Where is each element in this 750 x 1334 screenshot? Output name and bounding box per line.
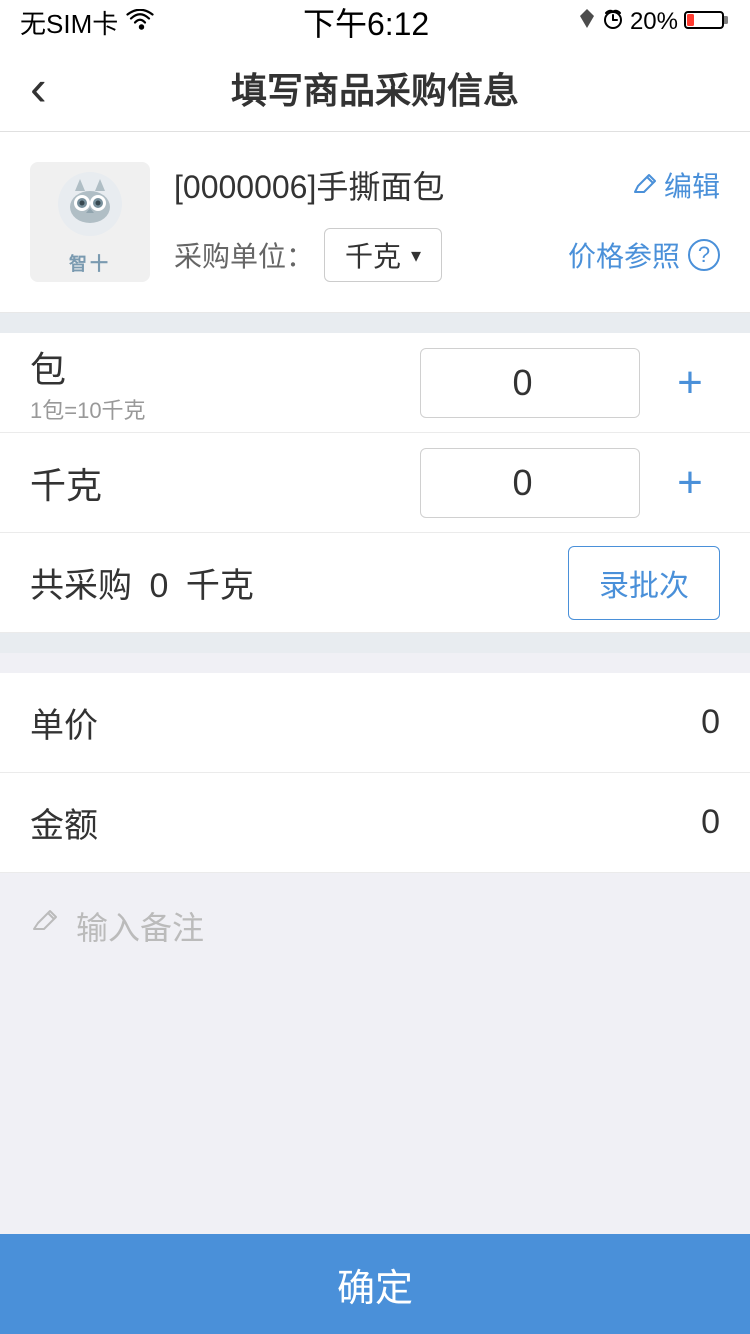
summary-row: 共采购 0 千克 录批次 [0, 533, 750, 633]
record-batch-button[interactable]: 录批次 [568, 546, 720, 620]
amount-value: 0 [701, 803, 720, 842]
summary-unit: 千克 [186, 567, 254, 605]
remark-placeholder: 输入备注 [76, 903, 204, 949]
summary-amount: 0 [149, 567, 168, 605]
pencil-icon [30, 907, 60, 945]
dropdown-arrow-icon: ▾ [411, 243, 421, 268]
battery-icon [684, 7, 730, 38]
kg-label-group: 千克 [30, 457, 190, 509]
bag-input-wrapper: + [190, 348, 720, 418]
section-divider-1 [0, 313, 750, 333]
status-right: 20% [578, 7, 730, 38]
kg-input-row: 千克 + [0, 433, 750, 533]
price-ref-help-icon: ? [688, 239, 720, 271]
price-ref-button[interactable]: 价格参照 ? [568, 235, 720, 275]
back-button[interactable]: ‹ [30, 59, 47, 117]
location-icon [578, 8, 596, 36]
status-left: 无SIM卡 [20, 4, 154, 41]
summary-text: 共采购 0 千克 [30, 558, 254, 607]
nav-bar: ‹ 填写商品采购信息 [0, 44, 750, 132]
amount-label: 金额 [30, 798, 98, 847]
bag-quantity-input[interactable] [420, 348, 640, 418]
sim-text: 无SIM卡 [20, 4, 118, 41]
remark-section[interactable]: 输入备注 [0, 873, 750, 979]
unit-selector[interactable]: 千克 ▾ [324, 228, 442, 282]
product-info: [0000006]手撕面包 编辑 采购单位： 千克 ▾ 价格参照 ? [174, 162, 720, 282]
product-name-row: [0000006]手撕面包 编辑 [174, 162, 720, 208]
kg-quantity-input[interactable] [420, 448, 640, 518]
status-bar: 无SIM卡 下午6:12 20% [0, 0, 750, 44]
unit-price-value: 0 [701, 703, 720, 742]
purchase-unit-label: 采购单位： [174, 235, 314, 275]
bag-unit-label: 1包=10千克 [30, 393, 190, 425]
wifi-icon [126, 7, 154, 38]
kg-input-wrapper: + [190, 448, 720, 518]
bag-plus-button[interactable]: + [660, 353, 720, 413]
amount-row: 金额 0 [0, 773, 750, 873]
edit-button[interactable]: 编辑 [632, 165, 720, 205]
page-title: 填写商品采购信息 [231, 62, 519, 114]
product-card: 智十 [0000006]手撕面包 编辑 采购单位： 千克 ▾ [0, 132, 750, 313]
bag-label: 包 [30, 341, 190, 393]
bag-input-row: 包 1包=10千克 + [0, 333, 750, 433]
edit-label: 编辑 [664, 165, 720, 205]
battery-percentage: 20% [630, 8, 678, 36]
product-full-name: [0000006]手撕面包 [174, 162, 444, 208]
unit-price-row: 单价 0 [0, 673, 750, 773]
kg-plus-button[interactable]: + [660, 453, 720, 513]
kg-label: 千克 [30, 457, 190, 509]
status-time: 下午6:12 [303, 0, 429, 45]
unit-price-label: 单价 [30, 698, 98, 747]
unit-value: 千克 [345, 235, 401, 275]
product-image: 智十 [30, 162, 150, 282]
brand-text: 智十 [55, 250, 125, 276]
price-section: 单价 0 金额 0 [0, 673, 750, 873]
product-logo [55, 169, 125, 246]
purchase-unit-row: 采购单位： 千克 ▾ 价格参照 ? [174, 228, 720, 282]
section-divider-2 [0, 633, 750, 653]
confirm-button[interactable]: 确定 [0, 1234, 750, 1334]
price-ref-label: 价格参照 [568, 235, 680, 275]
input-section: 包 1包=10千克 + 千克 + 共采购 0 千克 录批次 [0, 333, 750, 633]
summary-prefix: 共采购 [30, 567, 132, 605]
footer-spacer [0, 979, 750, 1179]
alarm-icon [602, 8, 624, 36]
bag-label-group: 包 1包=10千克 [30, 341, 190, 425]
